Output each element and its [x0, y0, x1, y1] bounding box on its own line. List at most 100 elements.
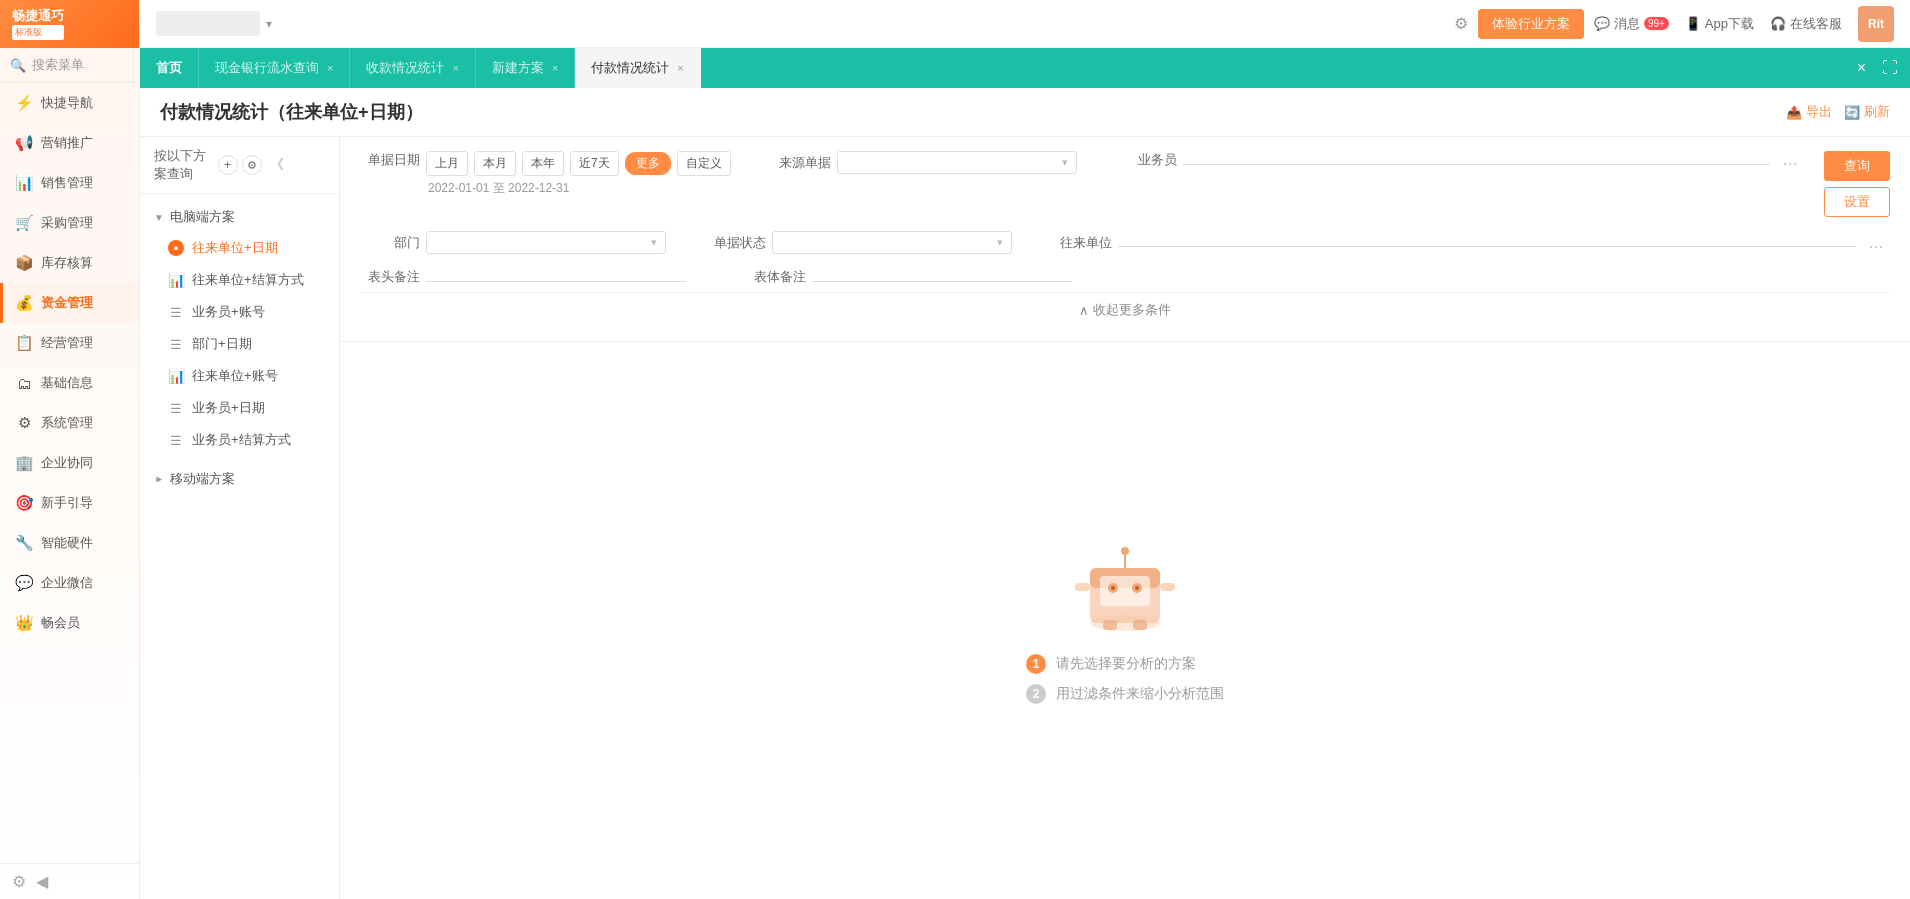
sidebar-item-basic-info[interactable]: 🗂 基础信息	[0, 363, 139, 403]
trial-btn[interactable]: 体验行业方案	[1478, 9, 1584, 39]
sidebar-item-marketing[interactable]: 📢 营销推广	[0, 123, 139, 163]
refresh-btn[interactable]: 🔄 刷新	[1844, 103, 1890, 121]
date-more-btn[interactable]: 更多	[625, 152, 671, 175]
tab-bank-flow-close[interactable]: ×	[327, 62, 333, 74]
mobile-arrow-icon: ▼	[153, 474, 164, 484]
sidebar-item-purchase[interactable]: 🛒 采购管理	[0, 203, 139, 243]
scheme-item-label: 往来单位+账号	[192, 367, 278, 385]
tabs-close-icon[interactable]: ×	[1853, 55, 1870, 81]
scheme-item-label: 业务员+结算方式	[192, 431, 291, 449]
messages-btn[interactable]: 💬 消息 99+	[1594, 15, 1669, 33]
tab-payment-stats-close[interactable]: ×	[677, 62, 683, 74]
date-this-year-btn[interactable]: 本年	[522, 151, 564, 176]
tab-new-scheme-close[interactable]: ×	[552, 62, 558, 74]
company-dropdown-icon[interactable]: ▾	[266, 17, 272, 31]
filter-panel: 单据日期 上月 本月 本年 近7天 更多 自定义 20	[340, 137, 1910, 899]
tab-bank-flow-label: 现金银行流水查询	[215, 59, 319, 77]
tab-new-scheme-label: 新建方案	[492, 59, 544, 77]
dept-select[interactable]: ▾	[426, 231, 666, 254]
export-label: 导出	[1806, 103, 1832, 121]
online-service-btn[interactable]: 🎧 在线客服	[1770, 15, 1842, 33]
bottom-settings-icon[interactable]: ⚙	[12, 872, 26, 891]
settings-btn[interactable]: 设置	[1824, 187, 1890, 217]
sidebar-item-enterprise[interactable]: 🏢 企业协同	[0, 443, 139, 483]
date-this-month-btn[interactable]: 本月	[474, 151, 516, 176]
mobile-group-header[interactable]: ▼ 移动端方案	[140, 464, 339, 494]
dept-date-icon: ☰	[168, 336, 184, 352]
date-range-display: 2022-01-01 至 2022-12-31	[426, 180, 731, 197]
unit-input[interactable]	[1118, 238, 1856, 247]
sidebar-item-wechat[interactable]: 💬 企业微信	[0, 563, 139, 603]
scheme-item-staff-settle[interactable]: ☰ 业务员+结算方式	[140, 424, 339, 456]
tabs-expand-icon[interactable]: ⛶	[1878, 55, 1902, 81]
sidebar-item-quick-nav[interactable]: ⚡ 快捷导航	[0, 83, 139, 123]
tab-payment-stats[interactable]: 付款情况统计 ×	[575, 48, 700, 88]
svg-rect-12	[1103, 620, 1117, 630]
collapse-more-btn[interactable]: ∧ 收起更多条件	[360, 292, 1890, 327]
sidebar-item-operations[interactable]: 📋 经营管理	[0, 323, 139, 363]
scheme-item-dept-date[interactable]: ☰ 部门+日期	[140, 328, 339, 360]
sidebar-item-guide[interactable]: 🎯 新手引导	[0, 483, 139, 523]
tab-home[interactable]: 首页	[140, 48, 199, 88]
unit-more-icon[interactable]: …	[1862, 234, 1890, 252]
date-custom-btn[interactable]: 自定义	[677, 151, 731, 176]
sidebar-bottom: ⚙ ◀	[0, 863, 139, 899]
sidebar-item-hardware[interactable]: 🔧 智能硬件	[0, 523, 139, 563]
date-last-month-btn[interactable]: 上月	[426, 151, 468, 176]
finance-icon: 💰	[15, 294, 33, 312]
scheme-item-staff-date[interactable]: ☰ 业务员+日期	[140, 392, 339, 424]
system-icon: ⚙	[15, 414, 33, 432]
scheme-item-staff-account[interactable]: ☰ 业务员+账号	[140, 296, 339, 328]
topbar-settings-icon[interactable]: ⚙	[1454, 14, 1468, 33]
voucher-status-select[interactable]: ▾	[772, 231, 1012, 254]
scheme-item-unit-account[interactable]: 📊 往来单位+账号	[140, 360, 339, 392]
sidebar-item-inventory[interactable]: 📦 库存核算	[0, 243, 139, 283]
query-btn[interactable]: 查询	[1824, 151, 1890, 181]
export-btn[interactable]: 📤 导出	[1786, 103, 1832, 121]
sidebar-item-sales[interactable]: 📊 销售管理	[0, 163, 139, 203]
scheme-collapse-btn[interactable]: 《	[270, 156, 326, 174]
date-filter-label: 单据日期	[360, 151, 420, 169]
sidebar-item-system[interactable]: ⚙ 系统管理	[0, 403, 139, 443]
scheme-settings-btn[interactable]: ⚙	[242, 155, 262, 175]
tab-collection-close[interactable]: ×	[452, 62, 458, 74]
app-download-btn[interactable]: 📱 App下载	[1685, 15, 1754, 33]
tab-bank-flow[interactable]: 现金银行流水查询 ×	[199, 48, 350, 88]
content-area: 付款情况统计（往来单位+日期） 📤 导出 🔄 刷新 按以下方案查询 +	[140, 88, 1910, 899]
scheme-header-label: 按以下方案查询	[154, 147, 210, 183]
source-select[interactable]: ▾	[837, 151, 1077, 174]
sidebar-item-label: 营销推广	[41, 134, 93, 152]
head-note-input[interactable]	[426, 273, 686, 282]
staff-input[interactable]	[1183, 156, 1770, 165]
sidebar-item-member[interactable]: 👑 畅会员	[0, 603, 139, 643]
dept-filter-label: 部门	[360, 234, 420, 252]
filter-actions-col: 查询 设置	[1824, 151, 1890, 217]
search-menu-item[interactable]: 🔍 搜索菜单	[0, 48, 139, 83]
filter-area: 单据日期 上月 本月 本年 近7天 更多 自定义 20	[340, 137, 1910, 342]
tab-new-scheme[interactable]: 新建方案 ×	[476, 48, 575, 88]
scheme-actions: + ⚙	[218, 155, 262, 175]
scheme-item-unit-date[interactable]: ● 往来单位+日期	[140, 232, 339, 264]
user-avatar[interactable]: Rit	[1858, 6, 1894, 42]
sidebar-item-label: 企业协同	[41, 454, 93, 472]
sidebar-item-label: 经营管理	[41, 334, 93, 352]
desktop-group-header[interactable]: ▼ 电脑端方案	[140, 202, 339, 232]
refresh-label: 刷新	[1864, 103, 1890, 121]
inventory-icon: 📦	[15, 254, 33, 272]
staff-more-icon[interactable]: …	[1776, 151, 1804, 169]
date-7days-btn[interactable]: 近7天	[570, 151, 619, 176]
sidebar-nav: ⚡ 快捷导航 📢 营销推广 📊 销售管理 🛒 采购管理 📦 库存核算 💰 资金管…	[0, 83, 139, 863]
scheme-item-unit-settle[interactable]: 📊 往来单位+结算方式	[140, 264, 339, 296]
bottom-collapse-icon[interactable]: ◀	[36, 872, 48, 891]
collapse-label: 收起更多条件	[1093, 301, 1171, 319]
add-scheme-btn[interactable]: +	[218, 155, 238, 175]
tab-collection[interactable]: 收款情况统计 ×	[350, 48, 475, 88]
company-name[interactable]	[156, 11, 260, 36]
svg-rect-13	[1133, 620, 1147, 630]
sidebar-item-finance[interactable]: 💰 资金管理	[0, 283, 139, 323]
operations-icon: 📋	[15, 334, 33, 352]
topbar: ▾ ⚙ 体验行业方案 💬 消息 99+ 📱 App下载 🎧 在线客服 Rit	[140, 0, 1910, 48]
source-select-arrow: ▾	[1062, 156, 1068, 169]
body-note-input[interactable]	[812, 273, 1072, 282]
staff-filter-label: 业务员	[1117, 151, 1177, 169]
